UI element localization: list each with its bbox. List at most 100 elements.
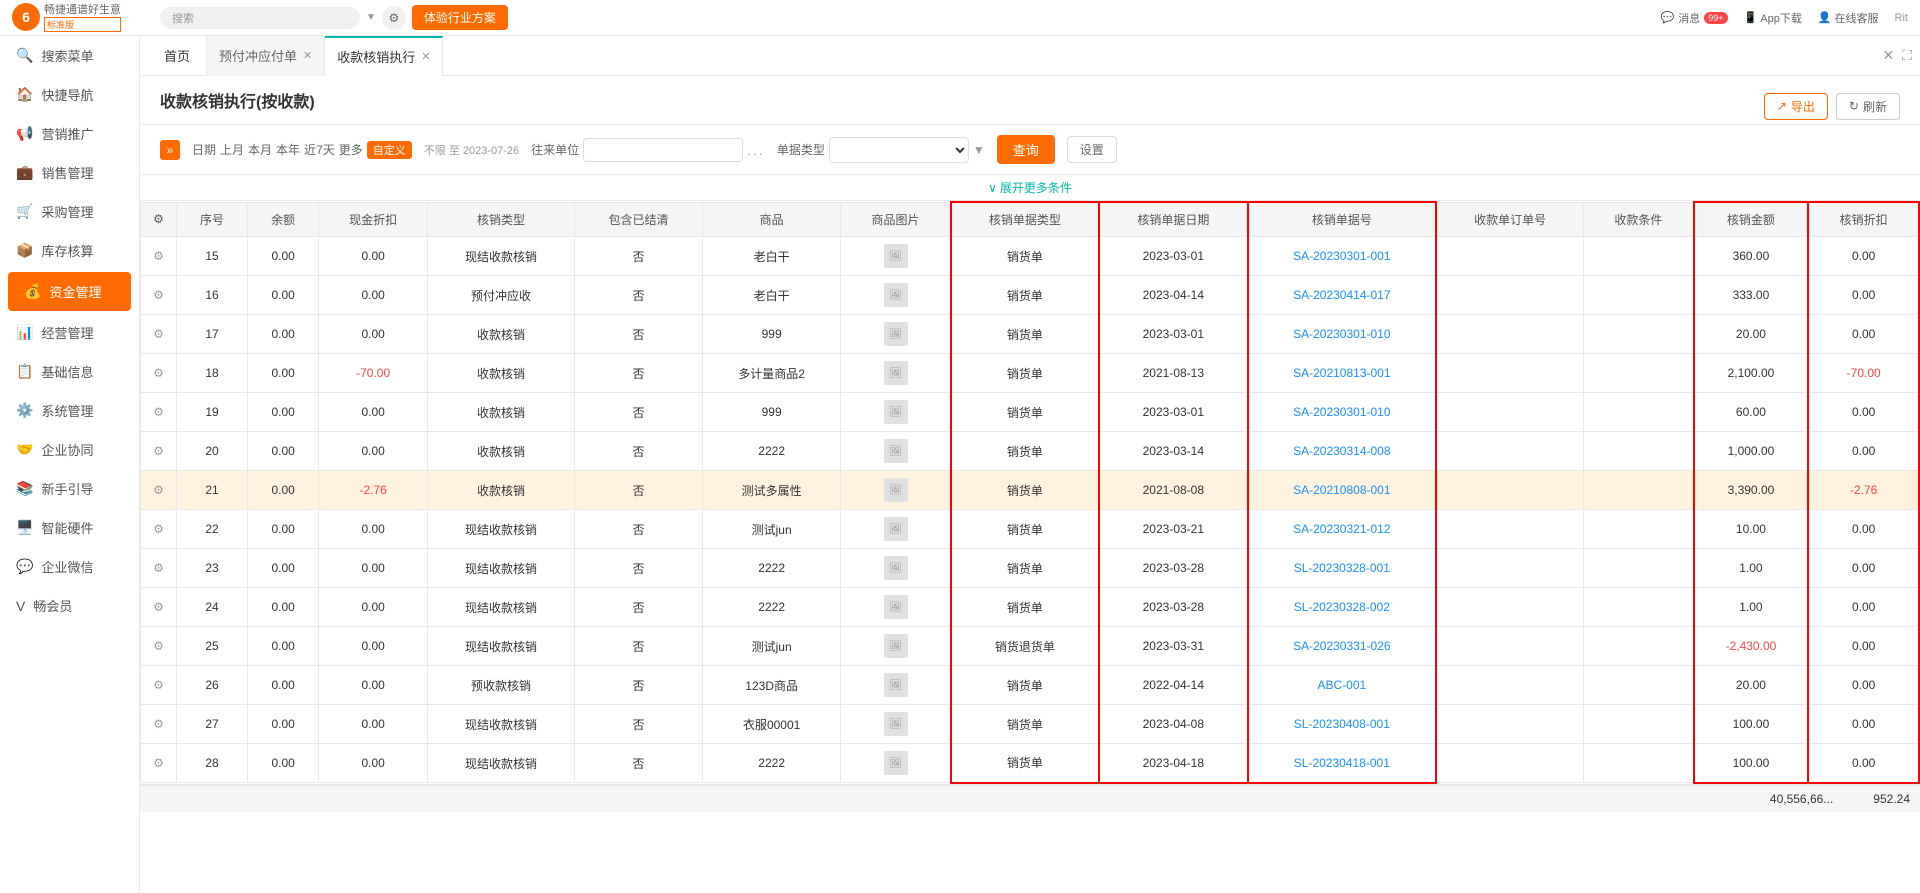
cell-cancel-no[interactable]: SA-20230414-017 bbox=[1248, 276, 1437, 315]
logo-tag: 标准版 bbox=[44, 17, 121, 32]
cell-cancel-no[interactable]: SA-20230301-010 bbox=[1248, 315, 1437, 354]
filter-voucher-type-select[interactable] bbox=[829, 137, 969, 163]
cell-gear: ⚙ bbox=[141, 237, 177, 276]
cell-cancel-amount: 20.00 bbox=[1694, 666, 1809, 705]
filter-date-label: 日期 bbox=[192, 141, 216, 158]
tab-home[interactable]: 首页 bbox=[148, 36, 207, 76]
cell-cancel-no[interactable]: SA-20230301-001 bbox=[1248, 237, 1437, 276]
filter-more-date[interactable]: 更多 bbox=[339, 141, 363, 158]
tab-controls: ✕ ⛶ bbox=[1882, 47, 1912, 64]
cell-cancel-type: 预收款核销 bbox=[428, 666, 575, 705]
refresh-button[interactable]: ↻ 刷新 bbox=[1836, 93, 1900, 120]
sidebar-item-marketing[interactable]: 📢 营销推广 bbox=[0, 114, 139, 153]
sidebar-item-member[interactable]: V 畅会员 bbox=[0, 586, 139, 625]
sidebar-item-base-info[interactable]: 📋 基础信息 bbox=[0, 352, 139, 391]
cancel-no-link[interactable]: SA-20230331-026 bbox=[1293, 639, 1390, 653]
sidebar-item-hardware[interactable]: 🖥️ 智能硬件 bbox=[0, 508, 139, 547]
cancel-no-link[interactable]: SA-20230414-017 bbox=[1293, 288, 1390, 302]
cell-include-settled: 否 bbox=[575, 705, 703, 744]
cell-gear: ⚙ bbox=[141, 510, 177, 549]
filter-expand-button[interactable]: » bbox=[160, 140, 180, 160]
wechat-icon: 💬 bbox=[16, 558, 33, 575]
tab-prepay-close-icon[interactable]: ✕ bbox=[303, 49, 312, 62]
filter-7days[interactable]: 近7天 bbox=[304, 141, 335, 158]
app-download-button[interactable]: 📱 App下载 bbox=[1744, 10, 1802, 26]
sidebar-item-guide[interactable]: 📚 新手引导 bbox=[0, 469, 139, 508]
sidebar-item-finance[interactable]: 💰 资金管理 bbox=[8, 272, 131, 311]
sidebar-item-collab[interactable]: 🤝 企业协同 bbox=[0, 430, 139, 469]
online-service-button[interactable]: 👤 在线客服 bbox=[1818, 10, 1879, 26]
cancel-no-link[interactable]: SL-20230328-002 bbox=[1294, 600, 1390, 614]
expand-more-button[interactable]: ∨ 展开更多条件 bbox=[988, 179, 1072, 196]
cancel-no-link[interactable]: SL-20230418-001 bbox=[1294, 756, 1390, 770]
cancel-no-link[interactable]: ABC-001 bbox=[1317, 678, 1366, 692]
tab-prepay[interactable]: 预付冲应付单 ✕ bbox=[207, 36, 325, 76]
cell-cancel-no[interactable]: SA-20230314-008 bbox=[1248, 432, 1437, 471]
table-header-row: ⚙ 序号 余额 现金折扣 核销类型 包含已结清 商品 商品图片 核销单据类型 核… bbox=[141, 202, 1920, 237]
cell-cancel-no[interactable]: SA-20210813-001 bbox=[1248, 354, 1437, 393]
cancel-no-link[interactable]: SA-20230321-012 bbox=[1293, 522, 1390, 536]
filter-last-month[interactable]: 上月 bbox=[220, 141, 244, 158]
sidebar-item-purchase[interactable]: 🛒 采购管理 bbox=[0, 192, 139, 231]
filter-custom-badge[interactable]: 自定义 bbox=[367, 141, 412, 159]
page-header: 收款核销执行(按收款) ↗ 导出 ↻ 刷新 bbox=[140, 76, 1920, 125]
cancel-no-link[interactable]: SA-20230301-010 bbox=[1293, 327, 1390, 341]
sidebar-item-search[interactable]: 🔍 搜索菜单 bbox=[0, 36, 139, 75]
cell-cash-discount: 0.00 bbox=[319, 627, 428, 666]
industry-button[interactable]: 体验行业方案 bbox=[412, 5, 508, 30]
cell-cancel-no[interactable]: SL-20230408-001 bbox=[1248, 705, 1437, 744]
query-button[interactable]: 查询 bbox=[997, 135, 1055, 164]
cell-cancel-date: 2023-04-18 bbox=[1099, 744, 1247, 783]
tab-close-all-icon[interactable]: ✕ bbox=[1882, 47, 1894, 64]
sidebar-item-wechat[interactable]: 💬 企业微信 bbox=[0, 547, 139, 586]
cancel-no-link[interactable]: SA-20210813-001 bbox=[1293, 366, 1390, 380]
sidebar-item-quick-nav[interactable]: 🏠 快捷导航 bbox=[0, 75, 139, 114]
cancel-no-link[interactable]: SA-20230301-001 bbox=[1293, 249, 1390, 263]
cell-receipt-condition bbox=[1584, 510, 1694, 549]
filter-this-year[interactable]: 本年 bbox=[276, 141, 300, 158]
messages-button[interactable]: 💬 消息 99+ bbox=[1661, 10, 1728, 26]
export-icon: ↗ bbox=[1777, 99, 1787, 113]
cell-receipt-order-no bbox=[1436, 588, 1584, 627]
user-profile[interactable]: Rit bbox=[1895, 12, 1908, 24]
cell-cancel-no[interactable]: SL-20230328-001 bbox=[1248, 549, 1437, 588]
tab-receipt-cancel[interactable]: 收款核销执行 ✕ bbox=[325, 36, 443, 76]
cell-seq: 17 bbox=[177, 315, 248, 354]
message-icon: 💬 bbox=[1661, 11, 1675, 24]
export-button[interactable]: ↗ 导出 bbox=[1764, 93, 1828, 120]
settings-button[interactable]: 设置 bbox=[1067, 136, 1117, 163]
cell-gear: ⚙ bbox=[141, 354, 177, 393]
table-row: ⚙ 27 0.00 0.00 现结收款核销 否 衣服00001 🖼 销货单 20… bbox=[141, 705, 1920, 744]
tab-receipt-cancel-close-icon[interactable]: ✕ bbox=[421, 50, 430, 63]
cancel-no-link[interactable]: SA-20210808-001 bbox=[1293, 483, 1390, 497]
col-gear-header[interactable]: ⚙ bbox=[141, 202, 177, 237]
tab-expand-icon[interactable]: ⛶ bbox=[1902, 47, 1912, 64]
cell-goods: 测试jun bbox=[702, 627, 840, 666]
sidebar-item-operations[interactable]: 📊 经营管理 bbox=[0, 313, 139, 352]
cancel-no-link[interactable]: SA-20230301-010 bbox=[1293, 405, 1390, 419]
cell-cancel-no[interactable]: SL-20230418-001 bbox=[1248, 744, 1437, 783]
search-box[interactable]: 搜索 bbox=[160, 7, 360, 29]
dropdown-arrow-icon[interactable]: ▼ bbox=[366, 12, 376, 23]
cell-cancel-no[interactable]: SA-20230321-012 bbox=[1248, 510, 1437, 549]
table-container[interactable]: ⚙ 序号 余额 现金折扣 核销类型 包含已结清 商品 商品图片 核销单据类型 核… bbox=[140, 201, 1920, 893]
cancel-no-link[interactable]: SA-20230314-008 bbox=[1293, 444, 1390, 458]
cell-cancel-date: 2023-03-31 bbox=[1099, 627, 1247, 666]
cell-cancel-no[interactable]: SA-20230301-010 bbox=[1248, 393, 1437, 432]
sidebar-item-system[interactable]: ⚙️ 系统管理 bbox=[0, 391, 139, 430]
sidebar-item-inventory[interactable]: 📦 库存核算 bbox=[0, 231, 139, 270]
cell-goods-img: 🖼 bbox=[841, 588, 951, 627]
filter-from-unit-input[interactable] bbox=[583, 138, 743, 162]
cancel-no-link[interactable]: SL-20230408-001 bbox=[1294, 717, 1390, 731]
sales-icon: 💼 bbox=[16, 164, 33, 181]
cell-goods-img: 🖼 bbox=[841, 549, 951, 588]
cell-cancel-no[interactable]: SA-20210808-001 bbox=[1248, 471, 1437, 510]
cell-cancel-no[interactable]: ABC-001 bbox=[1248, 666, 1437, 705]
cell-cancel-date: 2023-04-14 bbox=[1099, 276, 1247, 315]
settings-icon[interactable]: ⚙ bbox=[382, 6, 406, 30]
filter-this-month[interactable]: 本月 bbox=[248, 141, 272, 158]
cell-cancel-no[interactable]: SL-20230328-002 bbox=[1248, 588, 1437, 627]
sidebar-item-sales[interactable]: 💼 销售管理 bbox=[0, 153, 139, 192]
cell-cancel-no[interactable]: SA-20230331-026 bbox=[1248, 627, 1437, 666]
cancel-no-link[interactable]: SL-20230328-001 bbox=[1294, 561, 1390, 575]
